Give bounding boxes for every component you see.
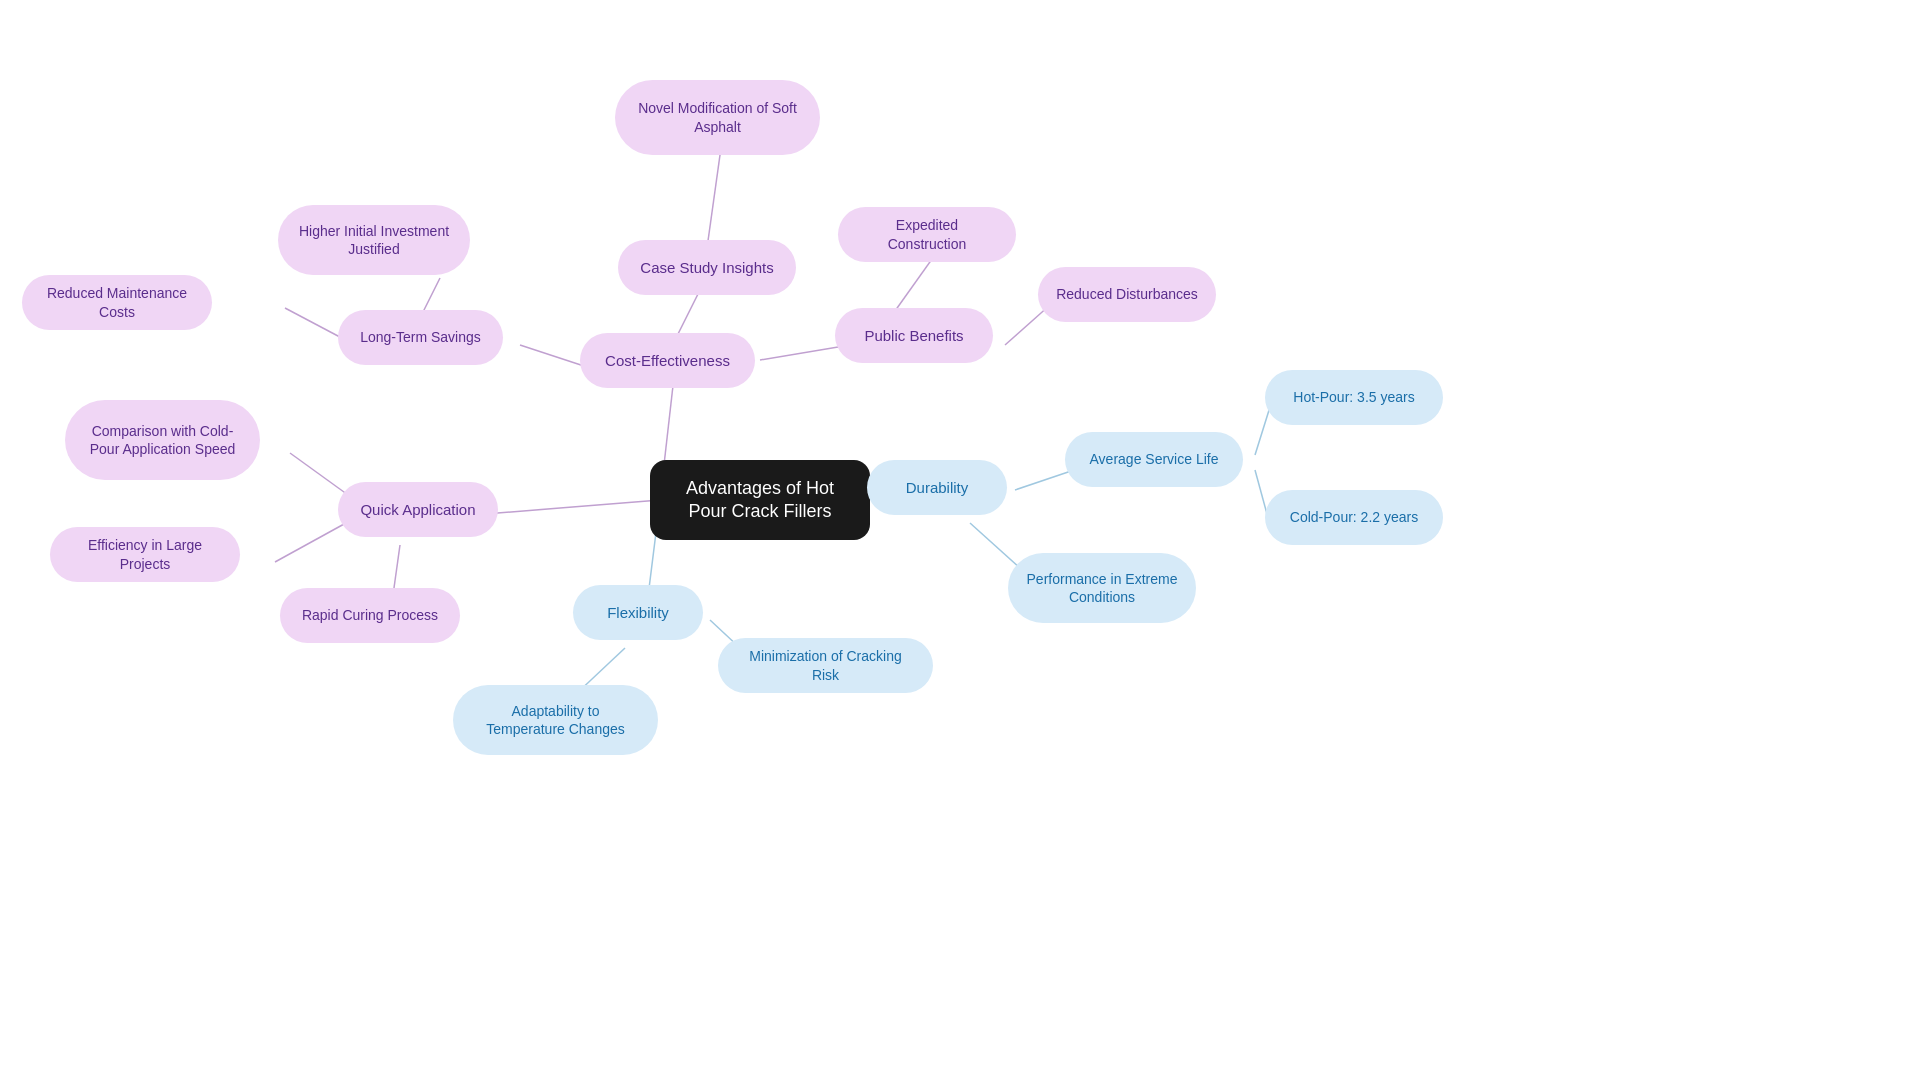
- avg-service-life-node: Average Service Life: [1065, 432, 1243, 487]
- reduced-maintenance-node: Reduced Maintenance Costs: [22, 275, 212, 330]
- novel-modification-node: Novel Modification of Soft Asphalt: [615, 80, 820, 155]
- svg-line-5: [707, 155, 720, 248]
- svg-line-18: [1255, 407, 1270, 455]
- cold-pour-node: Cold-Pour: 2.2 years: [1265, 490, 1443, 545]
- svg-line-9: [760, 345, 850, 360]
- quick-application-node: Quick Application: [338, 482, 498, 537]
- long-term-savings-node: Long-Term Savings: [338, 310, 503, 365]
- hot-pour-node: Hot-Pour: 3.5 years: [1265, 370, 1443, 425]
- expedited-node: Expedited Construction: [838, 207, 1016, 262]
- higher-initial-node: Higher Initial Investment Justified: [278, 205, 470, 275]
- rapid-curing-node: Rapid Curing Process: [280, 588, 460, 643]
- public-benefits-node: Public Benefits: [835, 308, 993, 363]
- reduced-disturbances-node: Reduced Disturbances: [1038, 267, 1216, 322]
- efficiency-node: Efficiency in Large Projects: [50, 527, 240, 582]
- case-study-node: Case Study Insights: [618, 240, 796, 295]
- comparison-node: Comparison with Cold-Pour Application Sp…: [65, 400, 260, 480]
- svg-line-20: [970, 523, 1020, 568]
- minimization-node: Minimization of Cracking Risk: [718, 638, 933, 693]
- flexibility-node: Flexibility: [573, 585, 703, 640]
- durability-node: Durability: [867, 460, 1007, 515]
- center-node: Advantages of Hot Pour Crack Fillers: [650, 460, 870, 540]
- performance-node: Performance in Extreme Conditions: [1008, 553, 1196, 623]
- adaptability-node: Adaptability to Temperature Changes: [453, 685, 658, 755]
- cost-effectiveness-node: Cost-Effectiveness: [580, 333, 755, 388]
